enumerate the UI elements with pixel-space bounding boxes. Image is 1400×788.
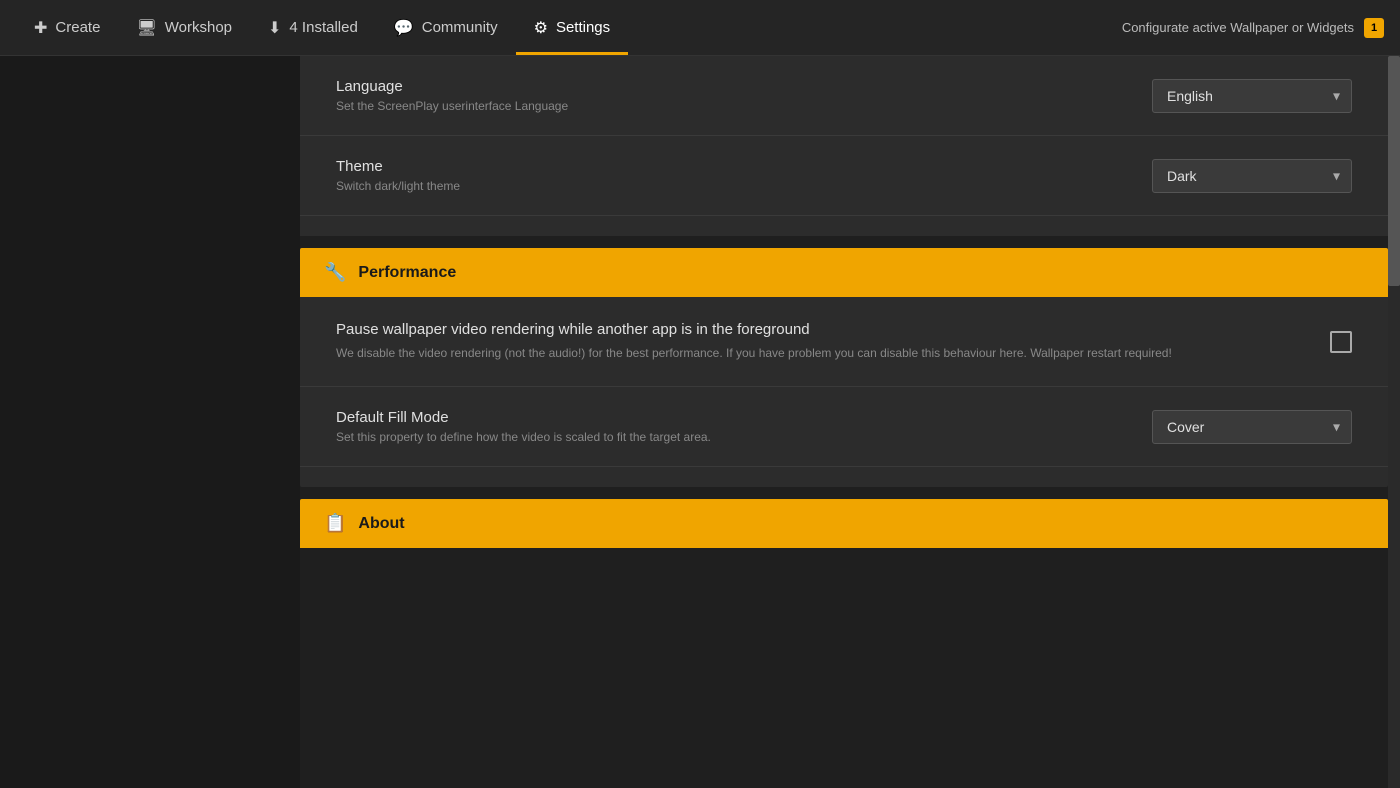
general-settings-card: Language Set the ScreenPlay userinterfac… [300,56,1388,236]
nav-right: Configurate active Wallpaper or Widgets … [1122,18,1384,38]
nav-item-installed-label: 4 Installed [289,19,357,36]
language-desc: Set the ScreenPlay userinterface Languag… [336,99,568,113]
performance-card-spacer [300,467,1388,487]
language-setting-row: Language Set the ScreenPlay userinterfac… [300,56,1388,136]
pause-rendering-checkbox[interactable] [1330,331,1352,353]
about-header-label: About [358,515,404,533]
pause-rendering-desc: We disable the video rendering (not the … [336,344,1306,362]
language-dropdown[interactable]: English German French Spanish [1152,79,1352,113]
general-card-spacer [300,216,1388,236]
settings-icon: ⚙ [534,18,548,38]
fill-mode-dropdown[interactable]: Cover Contain Stretch Center [1152,410,1352,444]
language-label: Language [336,78,568,95]
language-setting-info: Language Set the ScreenPlay userinterfac… [336,78,568,113]
main-layout: Language Set the ScreenPlay userinterfac… [0,56,1400,788]
pause-rendering-info: Pause wallpaper video rendering while an… [336,321,1330,362]
performance-header-label: Performance [358,264,456,282]
performance-section-header: 🔧 Performance [300,248,1388,297]
top-navigation: ✚ Create 🖥 Workshop ⬇ 4 Installed 💬 Comm… [0,0,1400,56]
scrollbar-thumb[interactable] [1388,56,1400,286]
scrollbar-track [1388,56,1400,788]
left-sidebar [0,56,300,788]
nav-item-settings-label: Settings [556,19,610,36]
language-dropdown-wrapper: English German French Spanish [1152,79,1352,113]
create-icon: ✚ [34,18,47,38]
fill-mode-dropdown-wrapper: Cover Contain Stretch Center [1152,410,1352,444]
fill-mode-setting-row: Default Fill Mode Set this property to d… [300,387,1388,467]
configure-label: Configurate active Wallpaper or Widgets [1122,20,1354,35]
wrench-icon: 🔧 [324,262,346,283]
theme-desc: Switch dark/light theme [336,179,460,193]
nav-badge[interactable]: 1 [1364,18,1384,38]
theme-label: Theme [336,158,460,175]
community-icon: 💬 [394,18,414,38]
nav-item-community[interactable]: 💬 Community [376,0,516,55]
fill-mode-info: Default Fill Mode Set this property to d… [336,409,711,444]
theme-setting-info: Theme Switch dark/light theme [336,158,460,193]
about-section-header: 📋 About [300,499,1388,548]
installed-icon: ⬇ [268,18,281,38]
fill-mode-label: Default Fill Mode [336,409,711,426]
about-card: 📋 About [300,499,1388,548]
nav-item-create-label: Create [55,19,100,36]
scroll-wrapper: Language Set the ScreenPlay userinterfac… [300,56,1400,788]
theme-dropdown-wrapper: Dark Light [1152,159,1352,193]
nav-item-create[interactable]: ✚ Create [16,0,118,55]
nav-item-workshop-label: Workshop [165,19,232,36]
performance-card: 🔧 Performance Pause wallpaper video rend… [300,248,1388,487]
pause-rendering-title: Pause wallpaper video rendering while an… [336,321,1306,338]
nav-item-community-label: Community [422,19,498,36]
nav-item-settings[interactable]: ⚙ Settings [516,0,629,55]
content-area: Language Set the ScreenPlay userinterfac… [300,56,1400,788]
nav-item-installed[interactable]: ⬇ 4 Installed [250,0,376,55]
workshop-icon: 🖥 [136,18,156,38]
fill-mode-desc: Set this property to define how the vide… [336,430,711,444]
theme-setting-row: Theme Switch dark/light theme Dark Light [300,136,1388,216]
scroll-content: Language Set the ScreenPlay userinterfac… [300,56,1400,548]
theme-dropdown[interactable]: Dark Light [1152,159,1352,193]
info-icon: 📋 [324,513,346,534]
nav-item-workshop[interactable]: 🖥 Workshop [118,0,250,55]
pause-rendering-row: Pause wallpaper video rendering while an… [300,297,1388,387]
